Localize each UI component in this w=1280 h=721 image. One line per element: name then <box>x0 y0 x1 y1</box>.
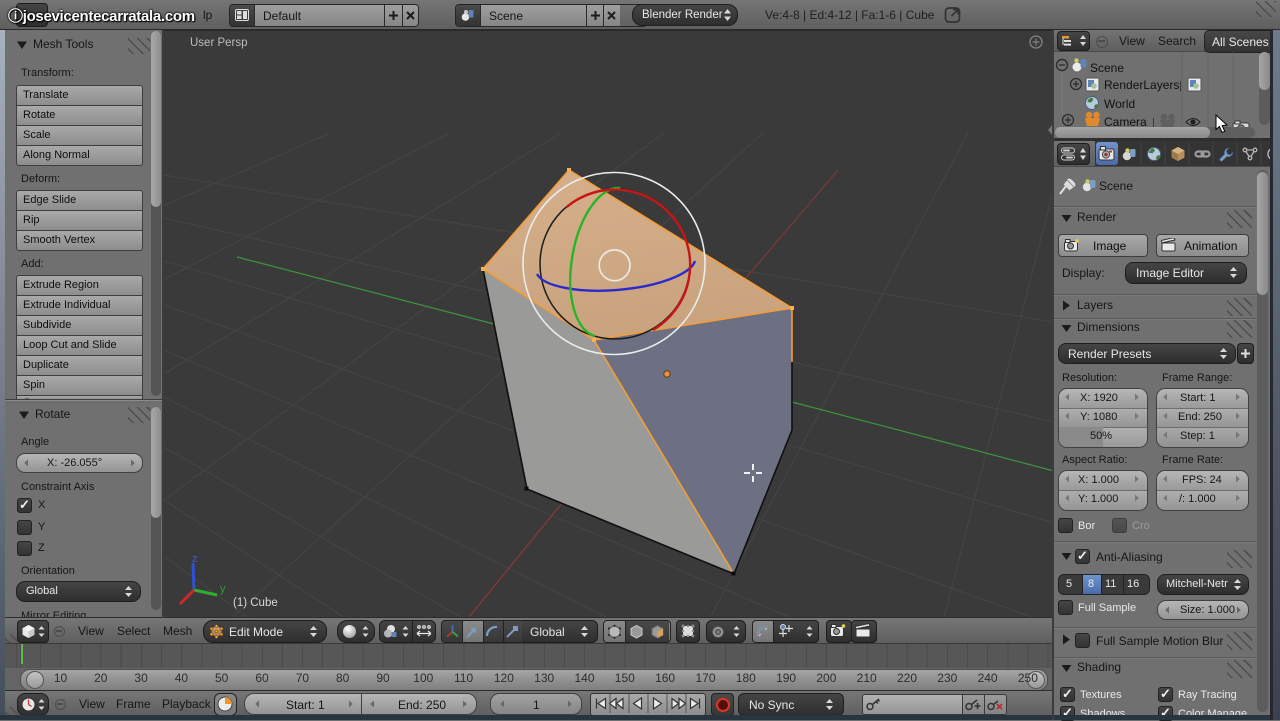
svg-text:RenderLayers: RenderLayers <box>1104 78 1179 92</box>
svg-text:z: z <box>192 553 198 565</box>
svg-text:y: y <box>220 583 226 595</box>
svg-text:(1) Cube: (1) Cube <box>233 597 278 609</box>
svg-text:World: World <box>1104 97 1135 111</box>
svg-text:|: | <box>1179 80 1182 92</box>
svg-text:User Persp: User Persp <box>190 37 248 49</box>
